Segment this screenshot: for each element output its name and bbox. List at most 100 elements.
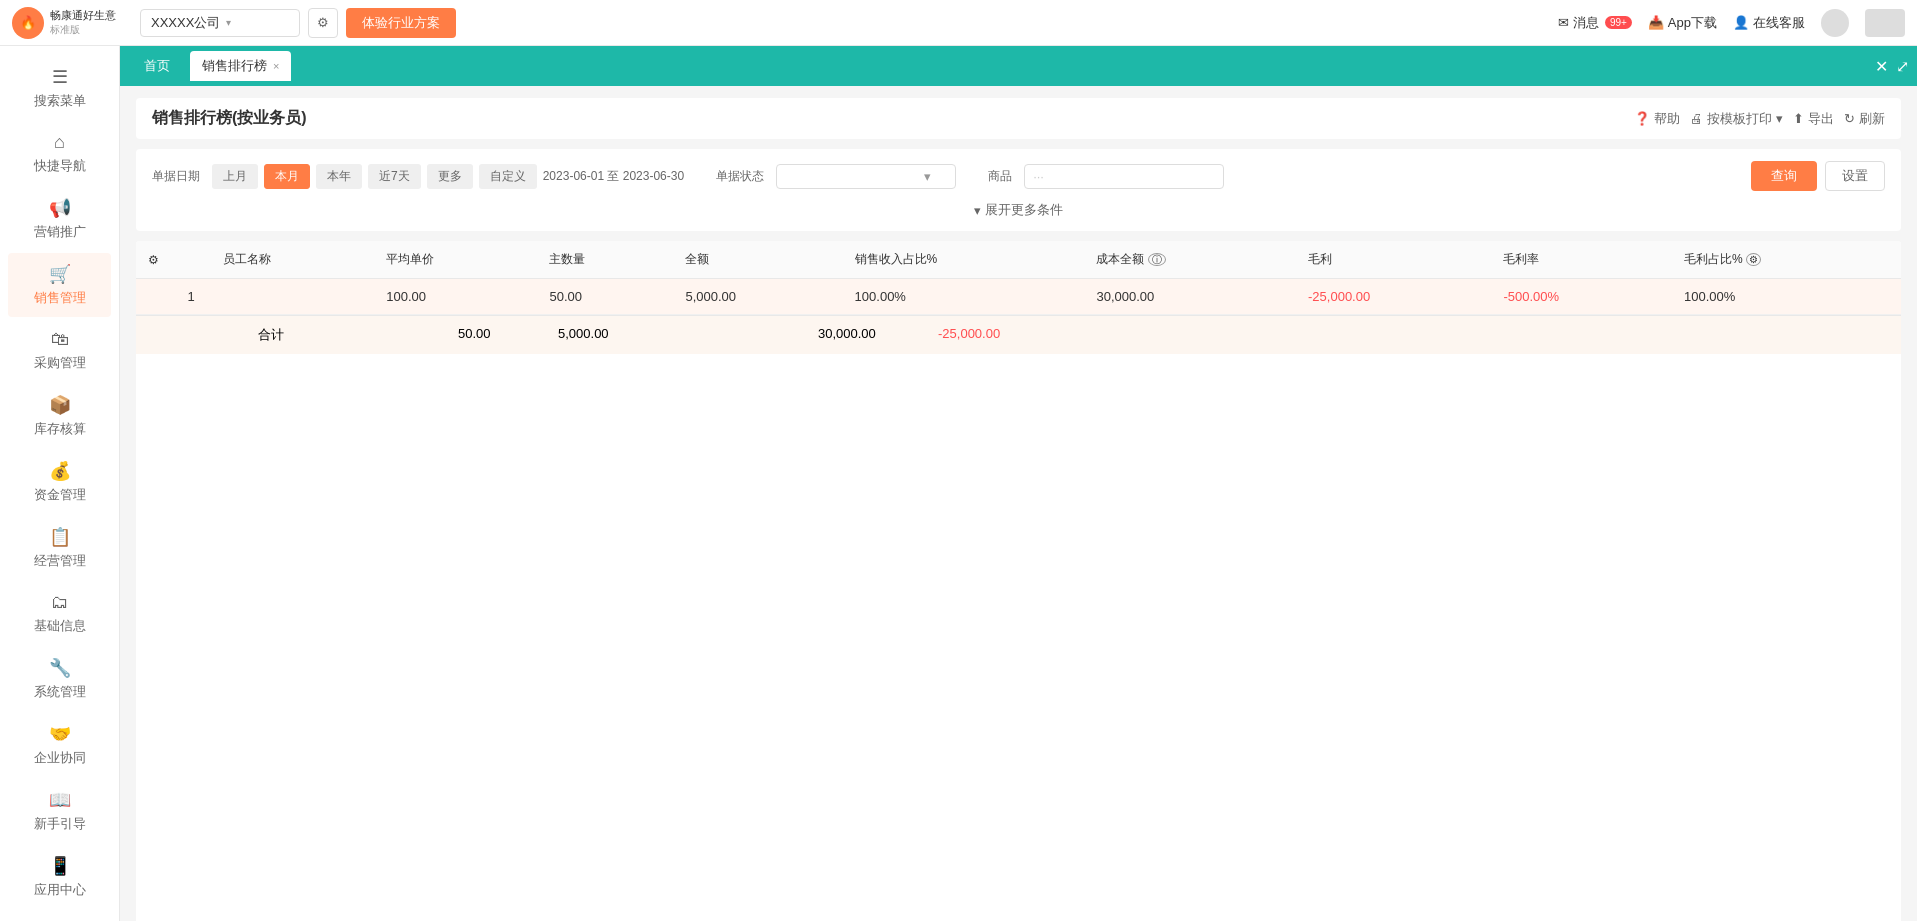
sidebar-item-system[interactable]: 🔧 系统管理 [8,647,111,711]
sidebar-item-operations[interactable]: 📋 经营管理 [8,516,111,580]
refresh-button[interactable]: ↻ 刷新 [1844,110,1885,128]
sidebar-item-finance[interactable]: 💰 资金管理 [8,450,111,514]
inventory-label: 库存核算 [34,420,86,438]
cost-info-icon[interactable]: ⓘ [1148,253,1166,266]
company-settings-button[interactable]: ⚙ [308,8,338,38]
print-icon: 🖨 [1690,111,1703,126]
refresh-icon: ↻ [1844,111,1855,126]
sidebar-item-app-center[interactable]: 📱 应用中心 [8,845,111,909]
close-window-button[interactable]: ✕ [1875,57,1888,76]
sidebar-item-search-order[interactable]: ☰ 搜索菜单 [8,56,111,120]
date-year-button[interactable]: 本年 [316,164,362,189]
expand-icon: ▾ [974,203,981,218]
date-prev-month-button[interactable]: 上月 [212,164,258,189]
page-content: 销售排行榜(按业务员) ❓ 帮助 🖨 按模板打印 ▾ ⬆ 导出 [120,86,1917,921]
date-7days-button[interactable]: 近7天 [368,164,421,189]
operations-icon: 📋 [49,526,71,548]
col-profit-pct: 毛利占比% ⚙ [1672,241,1901,279]
help-icon: ❓ [1634,111,1650,126]
date-more-button[interactable]: 更多 [427,164,473,189]
user-menu[interactable] [1865,9,1905,37]
expand-more-button[interactable]: ▾ 展开更多条件 [974,201,1063,219]
col-profit-rate: 毛利率 [1491,241,1672,279]
message-icon: ✉ [1558,15,1569,30]
export-button[interactable]: ⬆ 导出 [1793,110,1834,128]
row-cost: 30,000.00 [1084,279,1296,315]
content-area: 首页 销售排行榜 × ✕ ⤢ 销售排行榜(按业务员) ❓ 帮助 [120,46,1917,921]
tab-home[interactable]: 首页 [128,49,186,83]
set-button[interactable]: 设置 [1825,161,1885,191]
date-filter-label: 单据日期 [152,168,200,185]
col-avg-price: 平均单价 [374,241,537,279]
sidebar-item-inventory[interactable]: 📦 库存核算 [8,384,111,448]
app-download-button[interactable]: 📥 App下载 [1648,14,1717,32]
download-icon: 📥 [1648,15,1664,30]
sidebar-item-guide[interactable]: 📖 新手引导 [8,779,111,843]
data-table: ⚙ 员工名称 平均单价 主数量 全额 销售收入占比% 成本全额 ⓘ 毛利 毛利率… [136,241,1901,315]
logo-text: 畅康通好生意 [50,8,116,22]
purchase-icon: 🛍 [51,329,69,350]
sidebar-item-basic-info[interactable]: 🗂 基础信息 [8,582,111,645]
goods-filter-label: 商品 [988,168,1012,185]
col-sales-pct: 销售收入占比% [843,241,1085,279]
sidebar-item-purchase[interactable]: 🛍 采购管理 [8,319,111,382]
inventory-icon: 📦 [49,394,71,416]
basic-info-icon: 🗂 [51,592,69,613]
maximize-button[interactable]: ⤢ [1896,57,1909,76]
company-selector[interactable]: XXXXX公司 ▾ [140,9,300,37]
row-profit-rate: -500.00% [1491,279,1672,315]
top-header: 🔥 畅康通好生意 标准版 XXXXX公司 ▾ ⚙ 体验行业方案 ✉ 消息 99+… [0,0,1917,46]
sidebar-item-marketing[interactable]: 📢 营销推广 [8,187,111,251]
logo-icon: 🔥 [12,7,44,39]
quick-nav-icon: ⌂ [54,132,65,153]
sales-label: 销售管理 [34,289,86,307]
quick-nav-label: 快捷导航 [34,157,86,175]
sidebar-item-enterprise[interactable]: 🤝 企业协同 [8,713,111,777]
system-label: 系统管理 [34,683,86,701]
sidebar-item-quick-nav[interactable]: ⌂ 快捷导航 [8,122,111,185]
date-current-month-button[interactable]: 本月 [264,164,310,189]
search-order-label: 搜索菜单 [34,92,86,110]
main-layout: ☰ 搜索菜单 ⌂ 快捷导航 📢 营销推广 🛒 销售管理 🛍 采购管理 📦 库存核… [0,46,1917,921]
profit-pct-icon: ⚙ [1746,253,1761,266]
footer-amount: 5,000.00 [558,326,658,344]
status-filter-label: 单据状态 [716,168,764,185]
table-row: 1 100.00 50.00 5,000.00 100.00% 30,000.0… [136,279,1901,315]
date-custom-button[interactable]: 自定义 [479,164,537,189]
goods-select[interactable]: ··· [1024,164,1224,189]
export-icon: ⬆ [1793,111,1804,126]
tab-sales-ranking[interactable]: 销售排行榜 × [190,51,291,81]
enterprise-label: 企业协同 [34,749,86,767]
print-button[interactable]: 🖨 按模板打印 ▾ [1690,110,1783,128]
page-actions: ❓ 帮助 🖨 按模板打印 ▾ ⬆ 导出 ↻ 刷新 [1634,110,1885,128]
filter-row-expand: ▾ 展开更多条件 [152,201,1885,219]
company-dropdown-arrow: ▾ [226,17,231,28]
online-service-button[interactable]: 👤 在线客服 [1733,14,1805,32]
status-dropdown-icon: ▾ [924,169,931,184]
row-sales-pct: 100.00% [843,279,1085,315]
message-button[interactable]: ✉ 消息 99+ [1558,14,1632,32]
tab-right-buttons: ✕ ⤢ [1875,57,1909,76]
filter-row-1: 单据日期 上月 本月 本年 近7天 更多 自定义 2023-06-01 至 20… [152,161,1885,191]
row-profit: -25,000.00 [1296,279,1491,315]
help-button[interactable]: ❓ 帮助 [1634,110,1680,128]
trial-button[interactable]: 体验行业方案 [346,8,456,38]
row-quantity: 50.00 [537,279,673,315]
date-filter: 上月 本月 本年 近7天 更多 自定义 2023-06-01 至 2023-06… [212,164,684,189]
marketing-label: 营销推广 [34,223,86,241]
tab-close-icon[interactable]: × [273,60,279,72]
filter-area: 单据日期 上月 本月 本年 近7天 更多 自定义 2023-06-01 至 20… [136,149,1901,231]
status-select[interactable]: ▾ [776,164,956,189]
row-avg-price: 100.00 [374,279,537,315]
sidebar-item-wechat[interactable]: 💬 企业微信 [8,911,111,921]
col-quantity: 主数量 [537,241,673,279]
query-button[interactable]: 查询 [1751,161,1817,191]
page-header: 销售排行榜(按业务员) ❓ 帮助 🖨 按模板打印 ▾ ⬆ 导出 [136,98,1901,139]
guide-icon: 📖 [49,789,71,811]
row-settings [136,279,171,315]
finance-icon: 💰 [49,460,71,482]
avatar[interactable] [1821,9,1849,37]
col-settings[interactable]: ⚙ [136,241,171,279]
basic-info-label: 基础信息 [34,617,86,635]
sidebar-item-sales[interactable]: 🛒 销售管理 [8,253,111,317]
